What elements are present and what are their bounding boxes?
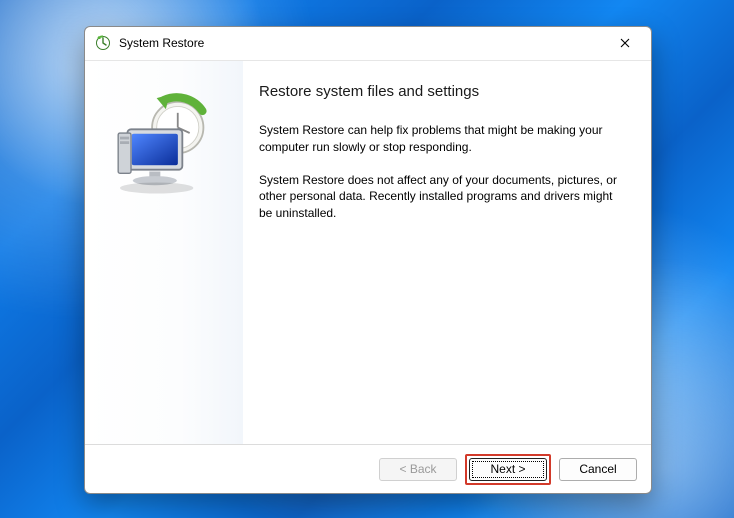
wizard-sidebar <box>85 61 243 444</box>
dialog-body: Restore system files and settings System… <box>85 60 651 445</box>
description-paragraph-1: System Restore can help fix problems tha… <box>259 122 623 156</box>
system-restore-illustration-icon <box>109 89 219 199</box>
cancel-button[interactable]: Cancel <box>559 458 637 481</box>
window-title: System Restore <box>119 36 204 50</box>
next-button-label: Next > <box>490 462 525 476</box>
cancel-button-label: Cancel <box>579 462 616 476</box>
titlebar: System Restore <box>85 27 651 60</box>
back-button-label: < Back <box>399 462 436 476</box>
description-paragraph-2: System Restore does not affect any of yo… <box>259 172 623 222</box>
system-restore-window: System Restore <box>84 26 652 494</box>
wizard-content: Restore system files and settings System… <box>243 61 651 444</box>
wizard-footer: < Back Next > Cancel <box>85 445 651 493</box>
page-heading: Restore system files and settings <box>259 83 623 100</box>
close-button[interactable] <box>605 29 645 57</box>
system-restore-app-icon <box>95 35 111 51</box>
next-button-highlight: Next > <box>465 454 551 485</box>
desktop-background: System Restore <box>0 0 734 518</box>
next-button[interactable]: Next > <box>469 458 547 481</box>
back-button: < Back <box>379 458 457 481</box>
